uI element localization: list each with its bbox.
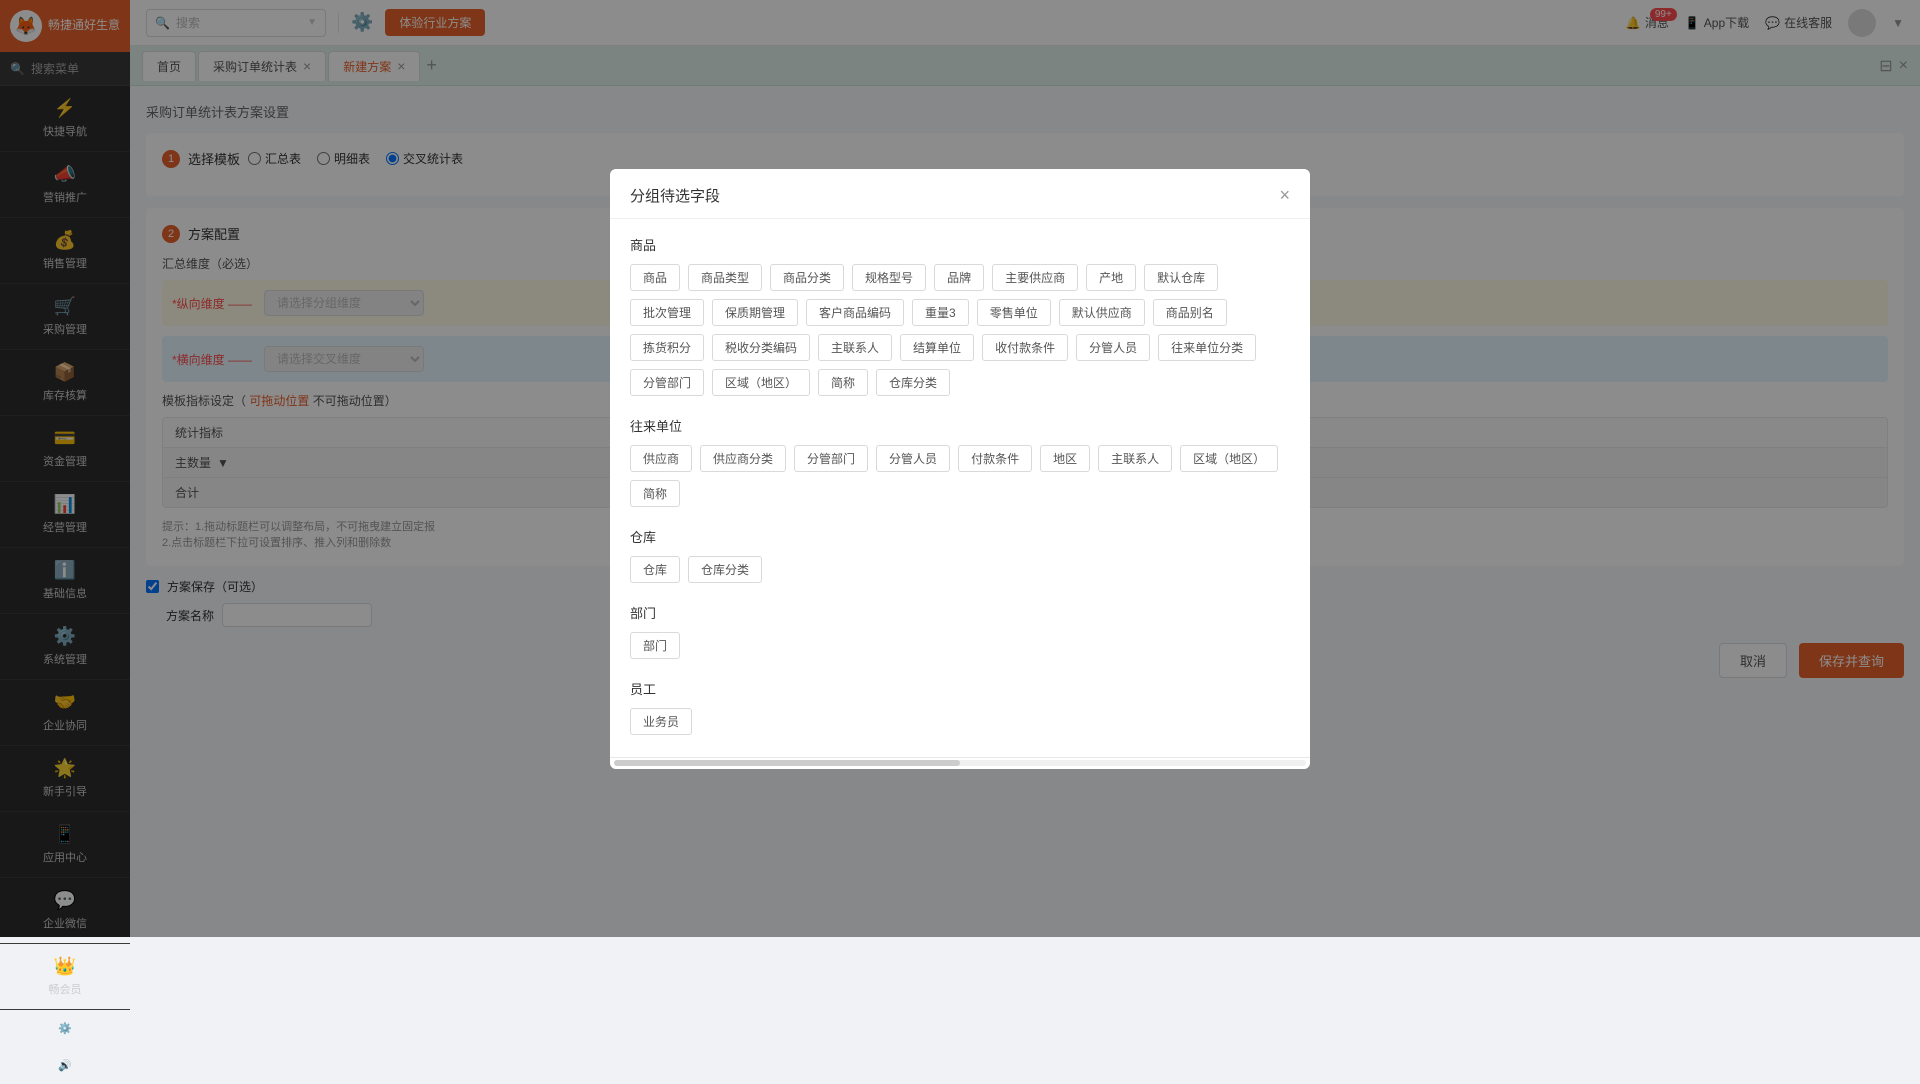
- field-tag[interactable]: 简称: [818, 369, 868, 396]
- member-icon: 👑: [54, 956, 76, 977]
- field-tag[interactable]: 商品类型: [688, 264, 762, 291]
- field-tag[interactable]: 分管人员: [876, 445, 950, 472]
- field-section-department: 部门部门: [630, 603, 1290, 659]
- field-section-title-employee: 员工: [630, 679, 1290, 698]
- field-section-warehouse: 仓库仓库仓库分类: [630, 527, 1290, 583]
- field-tag[interactable]: 主联系人: [1098, 445, 1172, 472]
- audio-icon: 🔊: [58, 1059, 72, 1072]
- field-tag[interactable]: 客户商品编码: [806, 299, 904, 326]
- field-section-employee: 员工业务员: [630, 679, 1290, 735]
- field-tag[interactable]: 零售单位: [977, 299, 1051, 326]
- field-tag[interactable]: 业务员: [630, 708, 692, 735]
- field-tag[interactable]: 拣货积分: [630, 334, 704, 361]
- field-tag[interactable]: 保质期管理: [712, 299, 798, 326]
- field-tags-partner: 供应商供应商分类分管部门分管人员付款条件地区主联系人区域（地区） 简称: [630, 445, 1290, 507]
- field-tag[interactable]: 分管部门: [630, 369, 704, 396]
- field-tags-department: 部门: [630, 632, 1290, 659]
- field-tag[interactable]: 默认仓库: [1144, 264, 1218, 291]
- field-tag[interactable]: 分管部门: [794, 445, 868, 472]
- field-tags-warehouse: 仓库仓库分类: [630, 556, 1290, 583]
- field-tag[interactable]: 主要供应商: [992, 264, 1078, 291]
- sidebar-bottom-settings[interactable]: ⚙️: [0, 1010, 130, 1047]
- modal-title: 分组待选字段: [630, 185, 720, 206]
- field-tag[interactable]: 分管人员: [1076, 334, 1150, 361]
- field-tag[interactable]: 重量3: [912, 299, 969, 326]
- field-tag[interactable]: 主联系人: [818, 334, 892, 361]
- field-tag[interactable]: 区域（地区）: [712, 369, 810, 396]
- field-tag[interactable]: 税收分类编码: [712, 334, 810, 361]
- field-tag[interactable]: 区域（地区）: [1180, 445, 1278, 472]
- field-tag[interactable]: 仓库分类: [876, 369, 950, 396]
- field-tag[interactable]: 供应商: [630, 445, 692, 472]
- field-tag[interactable]: 默认供应商: [1059, 299, 1145, 326]
- modal: 分组待选字段 × 商品商品商品类型商品分类规格型号品牌主要供应商产地默认仓库批次…: [610, 169, 1310, 769]
- field-section-title-partner: 往来单位: [630, 416, 1290, 435]
- field-section-partner: 往来单位供应商供应商分类分管部门分管人员付款条件地区主联系人区域（地区） 简称: [630, 416, 1290, 507]
- field-tag[interactable]: 品牌: [934, 264, 984, 291]
- field-tag[interactable]: 产地: [1086, 264, 1136, 291]
- field-tag[interactable]: 往来单位分类: [1158, 334, 1256, 361]
- field-tag[interactable]: 规格型号: [852, 264, 926, 291]
- gear-icon: ⚙️: [58, 1022, 72, 1035]
- field-tag[interactable]: 仓库分类: [688, 556, 762, 583]
- field-section-title-department: 部门: [630, 603, 1290, 622]
- field-tag[interactable]: 商品别名: [1153, 299, 1227, 326]
- modal-overlay[interactable]: 分组待选字段 × 商品商品商品类型商品分类规格型号品牌主要供应商产地默认仓库批次…: [0, 0, 1920, 937]
- field-tag[interactable]: 仓库: [630, 556, 680, 583]
- modal-close-btn[interactable]: ×: [1279, 185, 1290, 206]
- modal-hscroll[interactable]: [610, 757, 1310, 768]
- field-section-title-warehouse: 仓库: [630, 527, 1290, 546]
- modal-body: 商品商品商品类型商品分类规格型号品牌主要供应商产地默认仓库批次管理保质期管理客户…: [610, 219, 1310, 758]
- sidebar-bottom: ⚙️ 🔊: [0, 1010, 130, 1084]
- field-tag[interactable]: 部门: [630, 632, 680, 659]
- field-section-goods: 商品商品商品类型商品分类规格型号品牌主要供应商产地默认仓库批次管理保质期管理客户…: [630, 235, 1290, 396]
- field-tag[interactable]: 结算单位: [900, 334, 974, 361]
- field-tag[interactable]: 收付款条件: [982, 334, 1068, 361]
- sidebar-item-member[interactable]: 👑畅会员: [0, 944, 130, 1010]
- modal-header: 分组待选字段 ×: [610, 169, 1310, 219]
- field-tag[interactable]: 商品分类: [770, 264, 844, 291]
- field-section-title-goods: 商品: [630, 235, 1290, 254]
- field-tags-employee: 业务员: [630, 708, 1290, 735]
- field-tag[interactable]: 地区: [1040, 445, 1090, 472]
- field-tag[interactable]: 商品: [630, 264, 680, 291]
- field-tag[interactable]: 简称: [630, 480, 680, 507]
- field-tag[interactable]: 付款条件: [958, 445, 1032, 472]
- field-tags-goods: 商品商品类型商品分类规格型号品牌主要供应商产地默认仓库批次管理保质期管理客户商品…: [630, 264, 1290, 396]
- field-tag[interactable]: 批次管理: [630, 299, 704, 326]
- field-tag[interactable]: 供应商分类: [700, 445, 786, 472]
- hscroll-thumb: [614, 760, 960, 766]
- sidebar-bottom-audio[interactable]: 🔊: [0, 1047, 130, 1084]
